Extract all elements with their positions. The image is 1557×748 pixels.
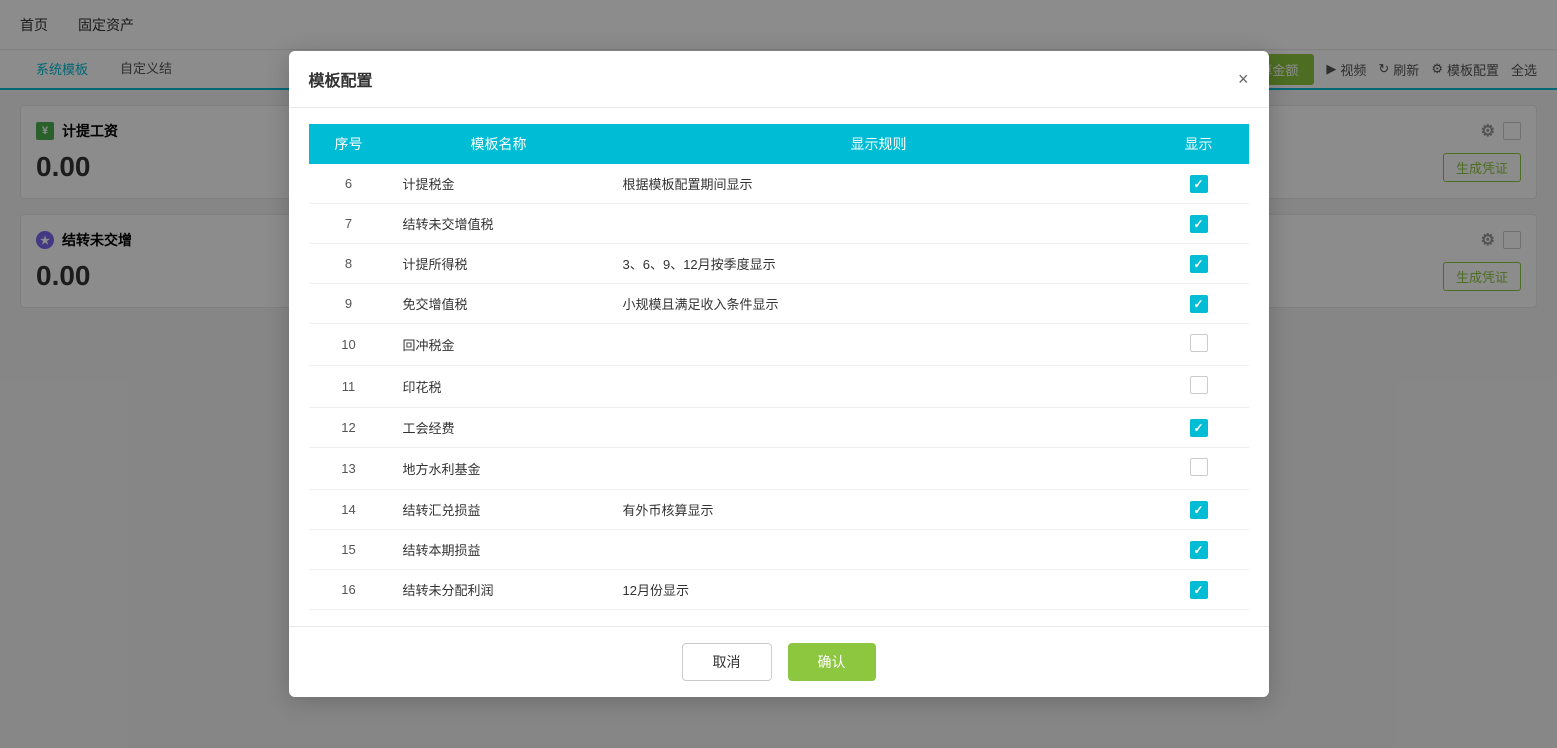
row-checkbox-5[interactable] bbox=[1190, 376, 1208, 394]
cell-name: 计提所得税 bbox=[389, 244, 609, 284]
cell-rule bbox=[609, 204, 1149, 244]
cell-name: 结转汇兑损益 bbox=[389, 490, 609, 530]
modal-title: 模板配置 bbox=[309, 67, 373, 91]
cell-checkbox bbox=[1149, 530, 1249, 570]
cell-checkbox bbox=[1149, 490, 1249, 530]
table-row: 11印花税 bbox=[309, 366, 1249, 408]
table-row: 8计提所得税3、6、9、12月按季度显示 bbox=[309, 244, 1249, 284]
cell-rule: 小规模且满足收入条件显示 bbox=[609, 284, 1149, 324]
cell-seq: 8 bbox=[309, 244, 389, 284]
cell-seq: 6 bbox=[309, 164, 389, 204]
table-row: 9免交增值税小规模且满足收入条件显示 bbox=[309, 284, 1249, 324]
modal-close-button[interactable]: × bbox=[1238, 70, 1249, 88]
cell-seq: 10 bbox=[309, 324, 389, 366]
header-name: 模板名称 bbox=[389, 124, 609, 164]
row-checkbox-4[interactable] bbox=[1190, 334, 1208, 352]
cell-rule: 根据模板配置期间显示 bbox=[609, 164, 1149, 204]
cell-name: 计提税金 bbox=[389, 164, 609, 204]
cell-checkbox bbox=[1149, 448, 1249, 490]
cell-seq: 11 bbox=[309, 366, 389, 408]
cell-name: 回冲税金 bbox=[389, 324, 609, 366]
cell-rule: 12月份显示 bbox=[609, 570, 1149, 610]
cell-checkbox bbox=[1149, 164, 1249, 204]
row-checkbox-9[interactable] bbox=[1190, 541, 1208, 559]
cell-rule bbox=[609, 366, 1149, 408]
cell-rule bbox=[609, 408, 1149, 448]
table-row: 6计提税金根据模板配置期间显示 bbox=[309, 164, 1249, 204]
modal-header: 模板配置 × bbox=[289, 51, 1269, 108]
header-seq: 序号 bbox=[309, 124, 389, 164]
cell-checkbox bbox=[1149, 408, 1249, 448]
cell-checkbox bbox=[1149, 570, 1249, 610]
header-show: 显示 bbox=[1149, 124, 1249, 164]
cell-checkbox bbox=[1149, 284, 1249, 324]
cell-name: 结转未分配利润 bbox=[389, 570, 609, 610]
modal-overlay: 模板配置 × 序号 模板名称 显示规则 显示 6计提税金根据模板配置期间显示7结… bbox=[0, 0, 1557, 748]
cell-checkbox bbox=[1149, 324, 1249, 366]
cell-seq: 13 bbox=[309, 448, 389, 490]
table-row: 13地方水利基金 bbox=[309, 448, 1249, 490]
cell-rule: 有外币核算显示 bbox=[609, 490, 1149, 530]
cell-name: 印花税 bbox=[389, 366, 609, 408]
cell-checkbox bbox=[1149, 204, 1249, 244]
row-checkbox-2[interactable] bbox=[1190, 255, 1208, 273]
row-checkbox-7[interactable] bbox=[1190, 458, 1208, 476]
cell-rule bbox=[609, 448, 1149, 490]
table-row: 14结转汇兑损益有外币核算显示 bbox=[309, 490, 1249, 530]
confirm-button[interactable]: 确认 bbox=[788, 643, 876, 681]
cell-checkbox bbox=[1149, 244, 1249, 284]
cell-rule: 3、6、9、12月按季度显示 bbox=[609, 244, 1149, 284]
row-checkbox-10[interactable] bbox=[1190, 581, 1208, 599]
table-row: 10回冲税金 bbox=[309, 324, 1249, 366]
table-row: 16结转未分配利润12月份显示 bbox=[309, 570, 1249, 610]
row-checkbox-8[interactable] bbox=[1190, 501, 1208, 519]
table-row: 15结转本期损益 bbox=[309, 530, 1249, 570]
table-row: 7结转未交增值税 bbox=[309, 204, 1249, 244]
cell-name: 结转未交增值税 bbox=[389, 204, 609, 244]
cell-seq: 12 bbox=[309, 408, 389, 448]
modal-footer: 取消 确认 bbox=[289, 626, 1269, 697]
cell-name: 免交增值税 bbox=[389, 284, 609, 324]
table-row: 12工会经费 bbox=[309, 408, 1249, 448]
cell-seq: 16 bbox=[309, 570, 389, 610]
cell-seq: 7 bbox=[309, 204, 389, 244]
modal-body: 序号 模板名称 显示规则 显示 6计提税金根据模板配置期间显示7结转未交增值税8… bbox=[289, 108, 1269, 626]
row-checkbox-1[interactable] bbox=[1190, 215, 1208, 233]
cell-seq: 14 bbox=[309, 490, 389, 530]
cell-rule bbox=[609, 530, 1149, 570]
row-checkbox-0[interactable] bbox=[1190, 175, 1208, 193]
cell-name: 工会经费 bbox=[389, 408, 609, 448]
template-config-modal: 模板配置 × 序号 模板名称 显示规则 显示 6计提税金根据模板配置期间显示7结… bbox=[289, 51, 1269, 697]
row-checkbox-3[interactable] bbox=[1190, 295, 1208, 313]
table-body: 6计提税金根据模板配置期间显示7结转未交增值税8计提所得税3、6、9、12月按季… bbox=[309, 164, 1249, 610]
table-header: 序号 模板名称 显示规则 显示 bbox=[309, 124, 1249, 164]
cell-checkbox bbox=[1149, 366, 1249, 408]
header-rule: 显示规则 bbox=[609, 124, 1149, 164]
cell-seq: 9 bbox=[309, 284, 389, 324]
cell-seq: 15 bbox=[309, 530, 389, 570]
cell-name: 地方水利基金 bbox=[389, 448, 609, 490]
config-table: 序号 模板名称 显示规则 显示 6计提税金根据模板配置期间显示7结转未交增值税8… bbox=[309, 124, 1249, 610]
row-checkbox-6[interactable] bbox=[1190, 419, 1208, 437]
cancel-button[interactable]: 取消 bbox=[682, 643, 772, 681]
cell-rule bbox=[609, 324, 1149, 366]
cell-name: 结转本期损益 bbox=[389, 530, 609, 570]
